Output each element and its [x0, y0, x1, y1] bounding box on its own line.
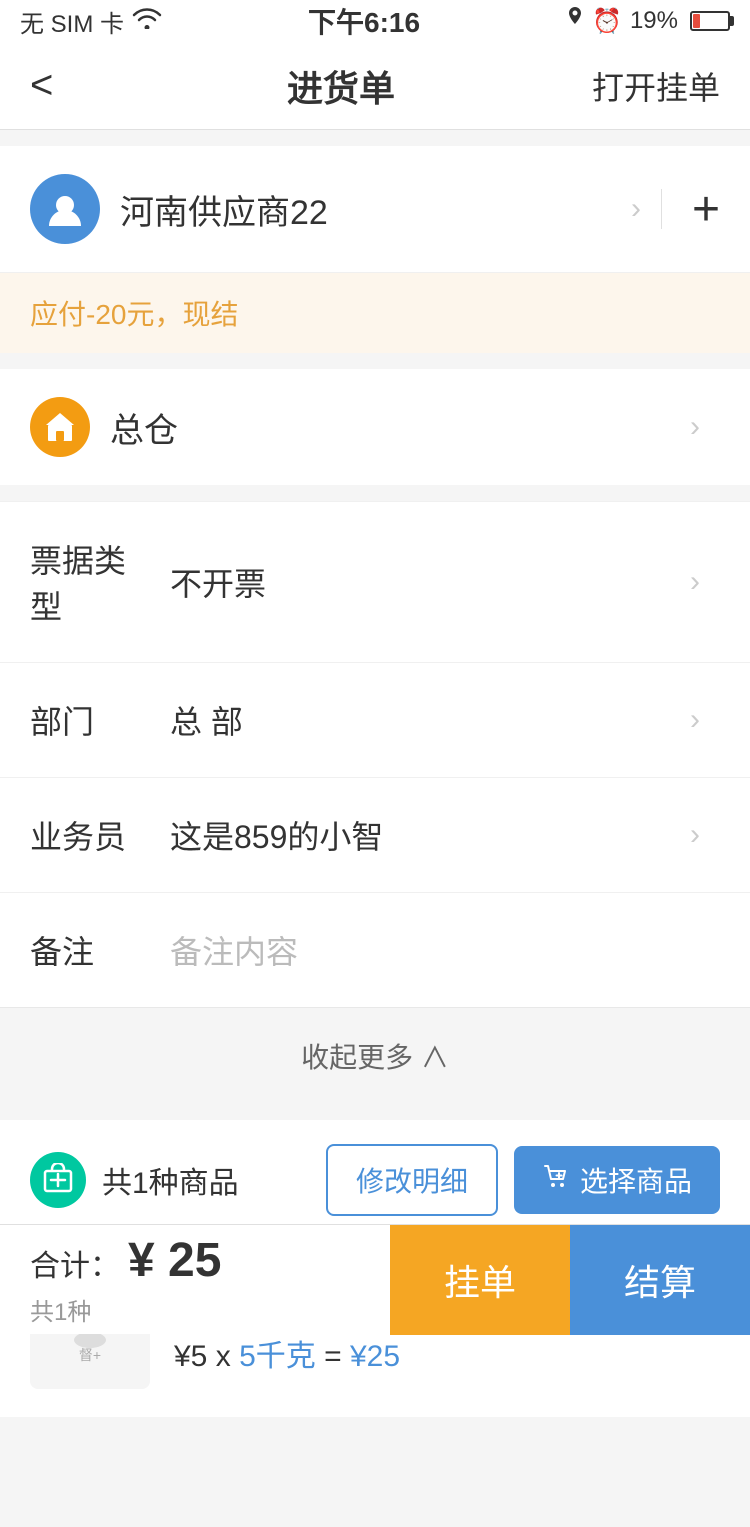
status-right: ⏰ 19%	[566, 7, 730, 36]
invoice-chevron-icon: ›	[690, 565, 700, 599]
location-icon	[566, 7, 584, 36]
products-header: 共1种商品 修改明细 选择商品	[0, 1104, 750, 1240]
warehouse-icon	[30, 397, 90, 457]
supplier-avatar	[30, 174, 100, 244]
unit-price: ¥5	[174, 1340, 207, 1373]
nav-bar: < 进货单 打开挂单	[0, 42, 750, 130]
top-divider	[0, 130, 750, 146]
open-pending-button[interactable]: 打开挂单	[592, 63, 720, 109]
balance-notice: 应付-20元，现结	[0, 273, 750, 353]
wifi-icon	[132, 7, 162, 36]
status-bar: 无 SIM 卡 下午6:16 ⏰ 19%	[0, 0, 750, 42]
salesman-row[interactable]: 业务员 这是859的小智 ›	[0, 777, 750, 892]
bottom-bar: 合计： ¥ 25 共1种 挂单 结算	[0, 1224, 750, 1334]
total-sub: 共1种	[30, 1292, 360, 1327]
quantity: 5千克	[239, 1340, 316, 1373]
multiply-symbol: x	[216, 1340, 239, 1373]
status-time: 下午6:16	[308, 1, 420, 41]
product-price: ¥5 x 5千克 = ¥25	[174, 1331, 664, 1375]
select-product-button[interactable]: 选择商品	[514, 1146, 720, 1214]
add-supplier-button[interactable]: +	[692, 182, 720, 237]
total-main: 合计： ¥ 25	[30, 1233, 360, 1288]
total-section: 合计： ¥ 25 共1种	[0, 1233, 390, 1327]
equals-symbol: =	[324, 1340, 350, 1373]
dept-row[interactable]: 部门 总 部 ›	[0, 662, 750, 777]
total-price: ¥25	[350, 1340, 400, 1373]
salesman-label: 业务员	[30, 812, 150, 858]
alarm-icon: ⏰	[592, 7, 622, 36]
products-count: 共1种商品	[102, 1158, 326, 1202]
form-section: 票据类型 不开票 › 部门 总 部 › 业务员 这是859的小智 › 备注 备注…	[0, 501, 750, 1007]
dept-label: 部门	[30, 697, 150, 743]
select-product-label: 选择商品	[580, 1160, 692, 1200]
back-button[interactable]: <	[30, 63, 90, 108]
salesman-value: 这是859的小智	[150, 812, 690, 858]
svg-text:督+: 督+	[79, 1347, 101, 1363]
total-amount: ¥ 25	[128, 1233, 221, 1288]
supplier-name: 河南供应商22	[120, 185, 631, 234]
supplier-row[interactable]: 河南供应商22 › +	[0, 146, 750, 273]
checkout-button[interactable]: 结算	[570, 1225, 750, 1335]
total-label: 合计：	[30, 1241, 120, 1285]
divider-2	[0, 485, 750, 501]
supplier-section: 河南供应商22 › + 应付-20元，现结	[0, 146, 750, 353]
invoice-row[interactable]: 票据类型 不开票 ›	[0, 501, 750, 662]
supplier-chevron-icon: ›	[631, 192, 641, 226]
remark-label: 备注	[30, 927, 150, 973]
carrier-text: 无 SIM 卡	[20, 4, 124, 39]
battery-percent: 19%	[630, 7, 678, 35]
cart-icon	[542, 1163, 570, 1198]
supplier-divider	[661, 189, 662, 229]
edit-detail-button[interactable]: 修改明细	[326, 1144, 498, 1216]
dept-value: 总 部	[150, 697, 690, 743]
warehouse-row[interactable]: 总仓 ›	[0, 369, 750, 485]
remark-placeholder: 备注内容	[150, 927, 720, 973]
hang-order-button[interactable]: 挂单	[390, 1225, 570, 1335]
divider-1	[0, 353, 750, 369]
warehouse-section[interactable]: 总仓 ›	[0, 369, 750, 485]
invoice-value: 不开票	[150, 559, 690, 605]
dept-chevron-icon: ›	[690, 703, 700, 737]
products-icon	[30, 1152, 86, 1208]
salesman-chevron-icon: ›	[690, 818, 700, 852]
battery-icon	[690, 11, 730, 31]
invoice-label: 票据类型	[30, 536, 150, 628]
remark-row[interactable]: 备注 备注内容	[0, 892, 750, 1007]
bottom-spacer	[0, 1417, 750, 1527]
status-left: 无 SIM 卡	[20, 4, 162, 39]
page-title: 进货单	[287, 60, 395, 112]
warehouse-chevron-icon: ›	[690, 410, 700, 444]
collapse-button[interactable]: 收起更多 ∧	[0, 1007, 750, 1104]
warehouse-name: 总仓	[110, 403, 690, 452]
